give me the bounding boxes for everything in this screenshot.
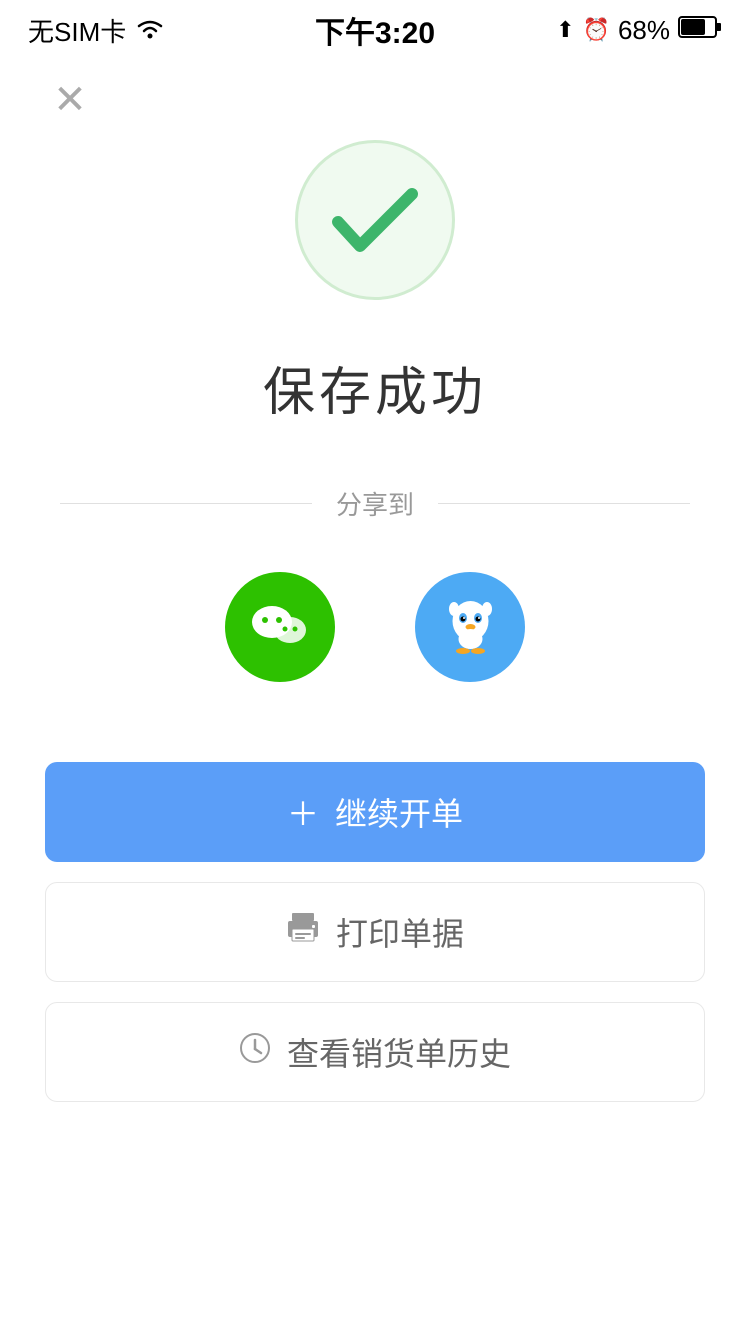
status-indicators: ⬆ ⏰ 68%	[556, 15, 722, 46]
battery-text: 68%	[618, 15, 670, 46]
wechat-share-button[interactable]	[225, 572, 335, 682]
clock-icon	[239, 1032, 271, 1072]
history-label: 查看销货单历史	[287, 1029, 511, 1075]
carrier-text: 无SIM卡	[28, 12, 126, 49]
location-icon: ⬆	[556, 17, 574, 43]
share-label: 分享到	[312, 485, 438, 522]
battery-icon	[678, 16, 722, 45]
action-buttons: ＋ 继续开单 打印单据	[45, 762, 705, 1102]
continue-label: 继续开单	[335, 789, 463, 835]
continue-button[interactable]: ＋ 继续开单	[45, 762, 705, 862]
status-time: 下午3:20	[315, 8, 435, 52]
success-title: 保存成功	[263, 350, 487, 425]
wifi-icon	[136, 15, 164, 46]
divider-right	[438, 503, 690, 504]
checkmark-icon	[330, 184, 420, 256]
share-divider: 分享到	[0, 485, 750, 522]
plus-icon: ＋	[287, 789, 319, 835]
main-content: 保存成功 分享到	[0, 60, 750, 1334]
close-icon: ✕	[53, 80, 87, 120]
alarm-icon: ⏰	[583, 17, 610, 43]
qq-share-button[interactable]	[415, 572, 525, 682]
wechat-icon	[248, 600, 313, 655]
carrier-info: 无SIM卡	[28, 12, 164, 49]
share-icons-row	[225, 572, 525, 682]
close-button[interactable]: ✕	[40, 70, 100, 130]
success-icon-circle	[295, 140, 455, 300]
qq-icon	[443, 595, 498, 660]
print-label: 打印单据	[336, 909, 464, 955]
divider-left	[60, 503, 312, 504]
printer-icon	[286, 913, 320, 951]
status-bar: 无SIM卡 下午3:20 ⬆ ⏰ 68%	[0, 0, 750, 60]
history-button[interactable]: 查看销货单历史	[45, 1002, 705, 1102]
print-button[interactable]: 打印单据	[45, 882, 705, 982]
